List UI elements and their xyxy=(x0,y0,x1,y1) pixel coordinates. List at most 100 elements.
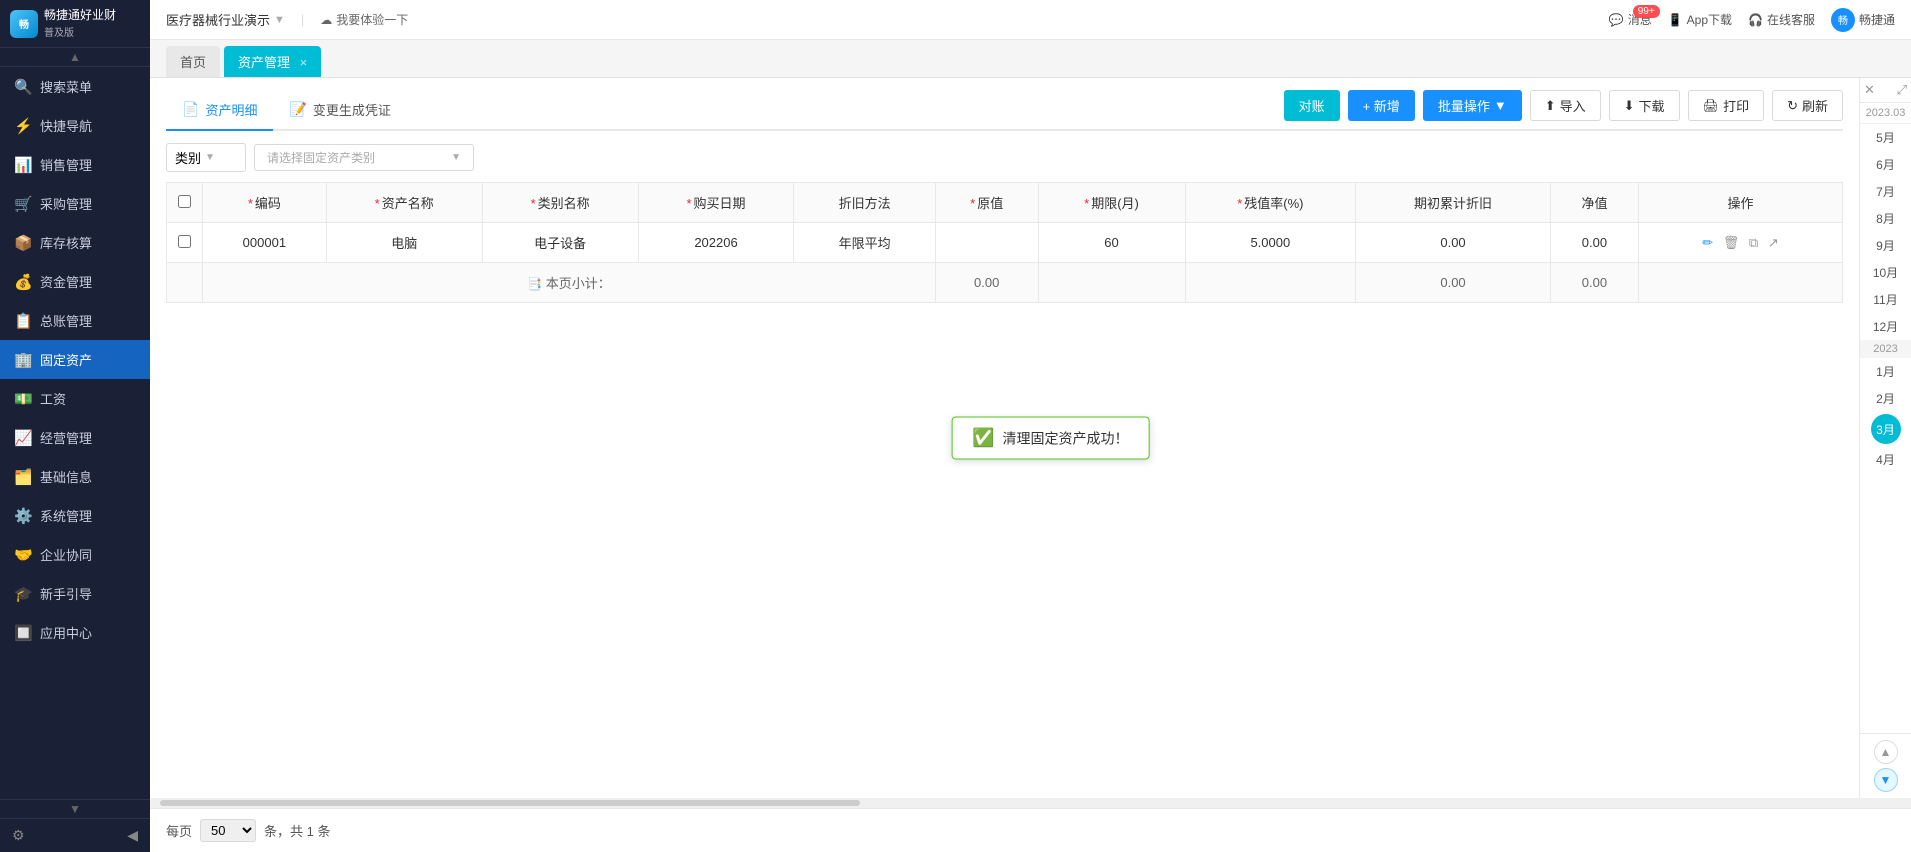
experience-btn[interactable]: ☁ 我要体验一下 xyxy=(320,11,408,28)
month-5[interactable]: 5月 xyxy=(1860,124,1911,151)
per-page-select[interactable]: 50 100 200 xyxy=(200,819,256,842)
message-badge: 99+ xyxy=(1633,5,1660,18)
sidebar-item-guide[interactable]: 🎓 新手引导 xyxy=(0,574,150,613)
sidebar-scroll-up[interactable]: ▲ xyxy=(69,50,81,64)
row-checkbox[interactable] xyxy=(178,235,191,248)
sidebar-item-label: 固定资产 xyxy=(40,350,92,369)
sidebar-item-label: 工资 xyxy=(40,389,66,408)
guide-icon: 🎓 xyxy=(14,585,32,603)
header-residual-rate: *残值率(%) xyxy=(1185,183,1356,223)
month-11[interactable]: 11月 xyxy=(1860,286,1911,313)
subtotal-residual xyxy=(1185,263,1356,303)
month-12[interactable]: 12月 xyxy=(1860,313,1911,340)
category-arrow: ▼ xyxy=(205,152,215,163)
sidebar-item-app-center[interactable]: 🔲 应用中心 xyxy=(0,613,150,652)
sidebar-scroll-down[interactable]: ▼ xyxy=(69,802,81,816)
download-btn[interactable]: ⬇ 下载 xyxy=(1609,90,1680,121)
basic-info-icon: 🗂️ xyxy=(14,468,32,486)
sidebar-item-label: 快捷导航 xyxy=(40,116,92,135)
collapse-icon[interactable]: ◀ xyxy=(127,827,138,844)
sidebar-item-label: 基础信息 xyxy=(40,467,92,486)
row-code: 000001 xyxy=(203,223,327,263)
download-icon: 📱 xyxy=(1668,13,1683,27)
sidebar-item-basic-info[interactable]: 🗂️ 基础信息 xyxy=(0,457,150,496)
month-4[interactable]: 4月 xyxy=(1860,446,1911,473)
year-label-2023: 2023 xyxy=(1860,340,1911,358)
sidebar-item-label: 销售管理 xyxy=(40,155,92,174)
user-menu[interactable]: 畅 畅捷通 xyxy=(1831,8,1895,32)
horizontal-scrollbar[interactable] xyxy=(150,798,1911,808)
sidebar-footer: ⚙ ◀ xyxy=(0,818,150,852)
more-icon[interactable]: ↗ xyxy=(1768,235,1779,250)
sidebar-item-payroll[interactable]: 💵 工资 xyxy=(0,379,150,418)
panel-up-btn[interactable]: ▲ xyxy=(1874,740,1898,764)
sidebar-item-quick-nav[interactable]: ⚡ 快捷导航 xyxy=(0,106,150,145)
month-10[interactable]: 10月 xyxy=(1860,259,1911,286)
subtotal-label-cell xyxy=(167,263,203,303)
panel-down-btn[interactable]: ▼ xyxy=(1874,768,1898,792)
sidebar-item-system[interactable]: ⚙️ 系统管理 xyxy=(0,496,150,535)
settings-icon[interactable]: ⚙ xyxy=(12,827,25,844)
batch-ops-label: 批量操作 xyxy=(1438,96,1490,115)
sidebar-item-inventory[interactable]: 📦 库存核算 xyxy=(0,223,150,262)
header-depr-method: 折旧方法 xyxy=(794,183,935,223)
delete-icon[interactable]: 🗑 xyxy=(1723,235,1740,250)
header-purchase-date: *购买日期 xyxy=(638,183,794,223)
system-icon: ⚙️ xyxy=(14,507,32,525)
sidebar-item-fixed-assets[interactable]: 🏢 固定资产 xyxy=(0,340,150,379)
app-download-btn[interactable]: 📱 App下载 xyxy=(1668,11,1732,28)
sub-tab-asset-detail[interactable]: 📄 资产明细 xyxy=(166,90,273,131)
online-service-btn[interactable]: 🎧 在线客服 xyxy=(1748,11,1815,28)
copy-icon[interactable]: ⧉ xyxy=(1749,235,1758,250)
main-area: 医疗器械行业演示 ▼ | ☁ 我要体验一下 💬 消息 99+ 📱 App下载 🎧… xyxy=(150,0,1911,852)
sub-tab-change-voucher[interactable]: 📝 变更生成凭证 xyxy=(273,90,406,131)
table-header-row: *编码 *资产名称 *类别名称 *购买日期 折旧方法 *原值 *期限(月) *残… xyxy=(167,183,1843,223)
month-9[interactable]: 9月 xyxy=(1860,232,1911,259)
sidebar-item-enterprise[interactable]: 🤝 企业协同 xyxy=(0,535,150,574)
batch-ops-btn[interactable]: 批量操作 ▼ xyxy=(1423,90,1522,121)
sidebar-item-ops[interactable]: 📈 经营管理 xyxy=(0,418,150,457)
month-1[interactable]: 1月 xyxy=(1860,358,1911,385)
edit-icon[interactable]: ✏ xyxy=(1702,235,1713,250)
messages-btn[interactable]: 💬 消息 99+ xyxy=(1609,11,1652,28)
tab-close-btn[interactable]: × xyxy=(300,55,308,70)
tab-home[interactable]: 首页 xyxy=(166,46,220,77)
category-input[interactable]: 请选择固定资产类别 ▼ xyxy=(254,144,474,171)
print-btn[interactable]: 🖨 打印 xyxy=(1688,90,1765,121)
sales-icon: 📊 xyxy=(14,156,32,174)
reconcile-btn[interactable]: 对账 xyxy=(1284,90,1340,121)
sidebar-item-label: 搜索菜单 xyxy=(40,77,92,96)
refresh-btn[interactable]: ↻ 刷新 xyxy=(1772,90,1843,121)
sidebar-item-purchase[interactable]: 🛒 采购管理 xyxy=(0,184,150,223)
sidebar-item-search[interactable]: 🔍 搜索菜单 xyxy=(0,67,150,106)
sidebar-item-ledger[interactable]: 📋 总账管理 xyxy=(0,301,150,340)
sidebar-item-sales[interactable]: 📊 销售管理 xyxy=(0,145,150,184)
change-voucher-label: 变更生成凭证 xyxy=(313,100,391,119)
row-checkbox-cell xyxy=(167,223,203,263)
sidebar: 畅 畅捷通好业财 普及版 ▲ 🔍 搜索菜单 ⚡ 快捷导航 📊 销售管理 🛒 采购… xyxy=(0,0,150,852)
company-dropdown-icon: ▼ xyxy=(274,14,285,26)
row-name: 电脑 xyxy=(326,223,482,263)
sidebar-item-label: 总账管理 xyxy=(40,311,92,330)
select-all-checkbox[interactable] xyxy=(178,195,191,208)
tab-asset-mgmt[interactable]: 资产管理 × xyxy=(224,46,321,77)
month-3-active[interactable]: 3月 xyxy=(1871,414,1901,444)
row-initial-depr: 0.00 xyxy=(1356,223,1551,263)
month-2[interactable]: 2月 xyxy=(1860,385,1911,412)
month-7[interactable]: 7月 xyxy=(1860,178,1911,205)
new-btn[interactable]: + 新增 xyxy=(1348,90,1415,121)
tab-asset-mgmt-label: 资产管理 xyxy=(238,55,290,70)
search-icon: 🔍 xyxy=(14,78,32,96)
panel-expand-icon[interactable]: ⤢ xyxy=(1897,82,1907,98)
experience-label: 我要体验一下 xyxy=(336,11,408,28)
category-select[interactable]: 类别 ▼ xyxy=(166,143,246,172)
sidebar-item-finance[interactable]: 💰 资金管理 xyxy=(0,262,150,301)
month-8[interactable]: 8月 xyxy=(1860,205,1911,232)
import-icon: ⬆ xyxy=(1545,98,1556,114)
panel-close-icon[interactable]: ✕ xyxy=(1864,82,1875,98)
company-selector[interactable]: 医疗器械行业演示 ▼ xyxy=(166,10,285,29)
month-6[interactable]: 6月 xyxy=(1860,151,1911,178)
table-wrapper: *编码 *资产名称 *类别名称 *购买日期 折旧方法 *原值 *期限(月) *残… xyxy=(166,182,1843,303)
company-name: 医疗器械行业演示 xyxy=(166,10,270,29)
import-btn[interactable]: ⬆ 导入 xyxy=(1530,90,1601,121)
